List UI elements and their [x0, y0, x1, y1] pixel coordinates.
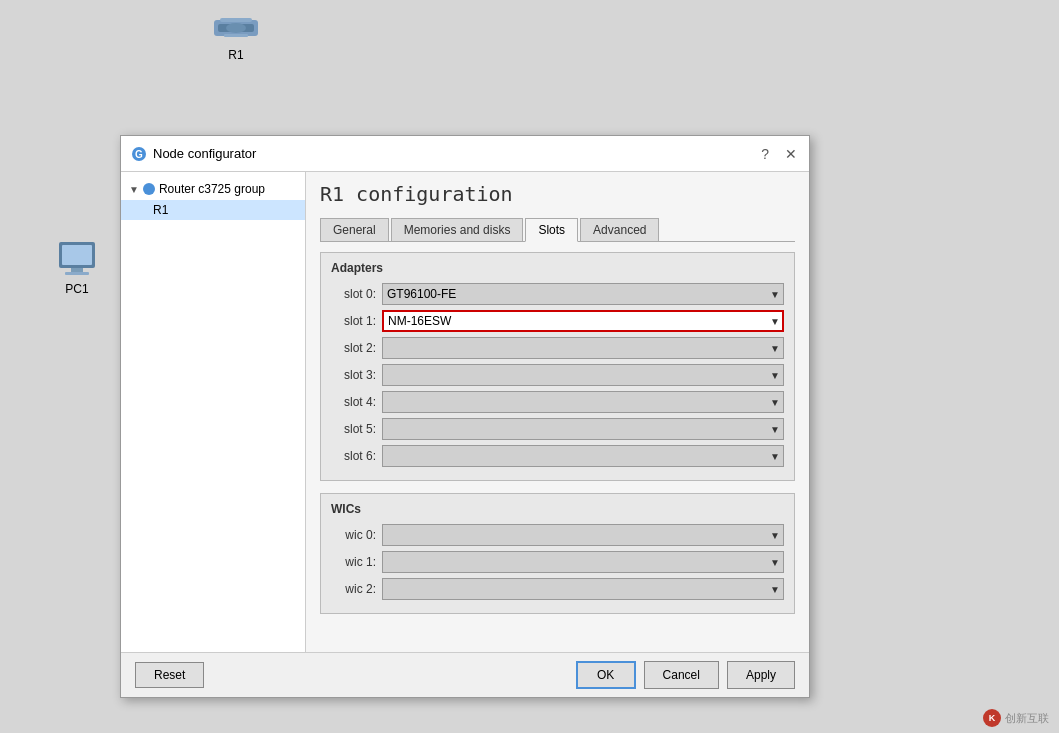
slot-2-select[interactable]: [382, 337, 784, 359]
slot-row-1: slot 1: NM-16ESW ▼: [331, 310, 784, 332]
slot-1-select[interactable]: NM-16ESW: [382, 310, 784, 332]
slot-row-6: slot 6: ▼: [331, 445, 784, 467]
dialog-footer: Reset OK Cancel Apply: [121, 652, 809, 697]
tab-advanced[interactable]: Advanced: [580, 218, 659, 241]
footer-right: OK Cancel Apply: [576, 661, 795, 689]
close-button[interactable]: ✕: [783, 146, 799, 162]
left-panel: ▼ Router c3725 group R1: [121, 172, 306, 652]
slot-5-label: slot 5:: [331, 422, 376, 436]
slot-row-5: slot 5: ▼: [331, 418, 784, 440]
wic-row-1: wic 1: ▼: [331, 551, 784, 573]
slot-2-label: slot 2:: [331, 341, 376, 355]
wic-1-wrapper: ▼: [382, 551, 784, 573]
slot-6-label: slot 6:: [331, 449, 376, 463]
slot-row-4: slot 4: ▼: [331, 391, 784, 413]
pc1-image: [55, 240, 99, 280]
watermark-text: 创新互联: [1005, 711, 1049, 726]
title-bar: G Node configurator ? ✕: [121, 136, 809, 172]
slot-0-label: slot 0:: [331, 287, 376, 301]
apply-button[interactable]: Apply: [727, 661, 795, 689]
slot-3-wrapper: ▼: [382, 364, 784, 386]
svg-rect-6: [62, 245, 92, 265]
adapters-title: Adapters: [331, 261, 784, 275]
slot-4-wrapper: ▼: [382, 391, 784, 413]
tab-general[interactable]: General: [320, 218, 389, 241]
footer-left: Reset: [135, 662, 204, 688]
wic-1-select[interactable]: [382, 551, 784, 573]
tab-slots[interactable]: Slots: [525, 218, 578, 242]
tree-group-label: Router c3725 group: [159, 182, 265, 196]
help-button[interactable]: ?: [759, 146, 771, 162]
slot-6-wrapper: ▼: [382, 445, 784, 467]
router-icon[interactable]: R1: [210, 10, 262, 62]
slot-3-label: slot 3:: [331, 368, 376, 382]
watermark-icon: K: [983, 709, 1001, 727]
pc1-icon[interactable]: PC1: [55, 240, 99, 296]
slot-4-select[interactable]: [382, 391, 784, 413]
node-configurator-dialog: G Node configurator ? ✕ ▼ Router c3725 g…: [120, 135, 810, 698]
title-bar-left: G Node configurator: [131, 146, 256, 162]
cancel-button[interactable]: Cancel: [644, 661, 719, 689]
router-label: R1: [210, 48, 262, 62]
slot-row-0: slot 0: GT96100-FE ▼: [331, 283, 784, 305]
router-image: [210, 10, 262, 46]
wic-0-wrapper: ▼: [382, 524, 784, 546]
adapters-section: Adapters slot 0: GT96100-FE ▼ slo: [320, 252, 795, 481]
ok-button[interactable]: OK: [576, 661, 636, 689]
wic-1-label: wic 1:: [331, 555, 376, 569]
slot-2-wrapper: ▼: [382, 337, 784, 359]
watermark: K 创新互联: [983, 709, 1049, 727]
slot-4-label: slot 4:: [331, 395, 376, 409]
svg-rect-4: [224, 34, 248, 37]
wics-title: WICs: [331, 502, 784, 516]
config-title: R1 configuration: [320, 182, 795, 206]
dialog-icon: G: [131, 146, 147, 162]
group-dot-icon: [143, 183, 155, 195]
dialog-title: Node configurator: [153, 146, 256, 161]
tree-group[interactable]: ▼ Router c3725 group: [121, 178, 305, 200]
slot-1-label: slot 1:: [331, 314, 376, 328]
svg-rect-8: [65, 272, 89, 275]
svg-point-2: [226, 23, 246, 33]
wic-2-wrapper: ▼: [382, 578, 784, 600]
desktop: R1 PC1 G Node configurator: [0, 0, 1059, 733]
slot-5-wrapper: ▼: [382, 418, 784, 440]
svg-rect-7: [71, 268, 83, 272]
slot-3-select[interactable]: [382, 364, 784, 386]
expand-icon: ▼: [129, 184, 139, 195]
wic-0-select[interactable]: [382, 524, 784, 546]
tree-item-label: R1: [153, 203, 168, 217]
right-panel: R1 configuration General Memories and di…: [306, 172, 809, 652]
slot-row-2: slot 2: ▼: [331, 337, 784, 359]
wic-row-0: wic 0: ▼: [331, 524, 784, 546]
title-bar-controls: ? ✕: [759, 146, 799, 162]
wic-0-label: wic 0:: [331, 528, 376, 542]
pc1-label: PC1: [55, 282, 99, 296]
tabs-container: General Memories and disks Slots Advance…: [320, 218, 795, 242]
dialog-body: ▼ Router c3725 group R1 R1 configuration…: [121, 172, 809, 652]
slot-1-wrapper: NM-16ESW ▼: [382, 310, 784, 332]
slot-row-3: slot 3: ▼: [331, 364, 784, 386]
wic-row-2: wic 2: ▼: [331, 578, 784, 600]
reset-button[interactable]: Reset: [135, 662, 204, 688]
slot-6-select[interactable]: [382, 445, 784, 467]
tab-memories[interactable]: Memories and disks: [391, 218, 524, 241]
wics-section: WICs wic 0: ▼ wic 1: ▼: [320, 493, 795, 614]
slot-0-wrapper: GT96100-FE ▼: [382, 283, 784, 305]
svg-text:G: G: [135, 149, 143, 160]
wic-2-select[interactable]: [382, 578, 784, 600]
svg-rect-3: [220, 18, 252, 22]
slot-5-select[interactable]: [382, 418, 784, 440]
tree-item-r1[interactable]: R1: [121, 200, 305, 220]
slot-0-select[interactable]: GT96100-FE: [382, 283, 784, 305]
wic-2-label: wic 2:: [331, 582, 376, 596]
